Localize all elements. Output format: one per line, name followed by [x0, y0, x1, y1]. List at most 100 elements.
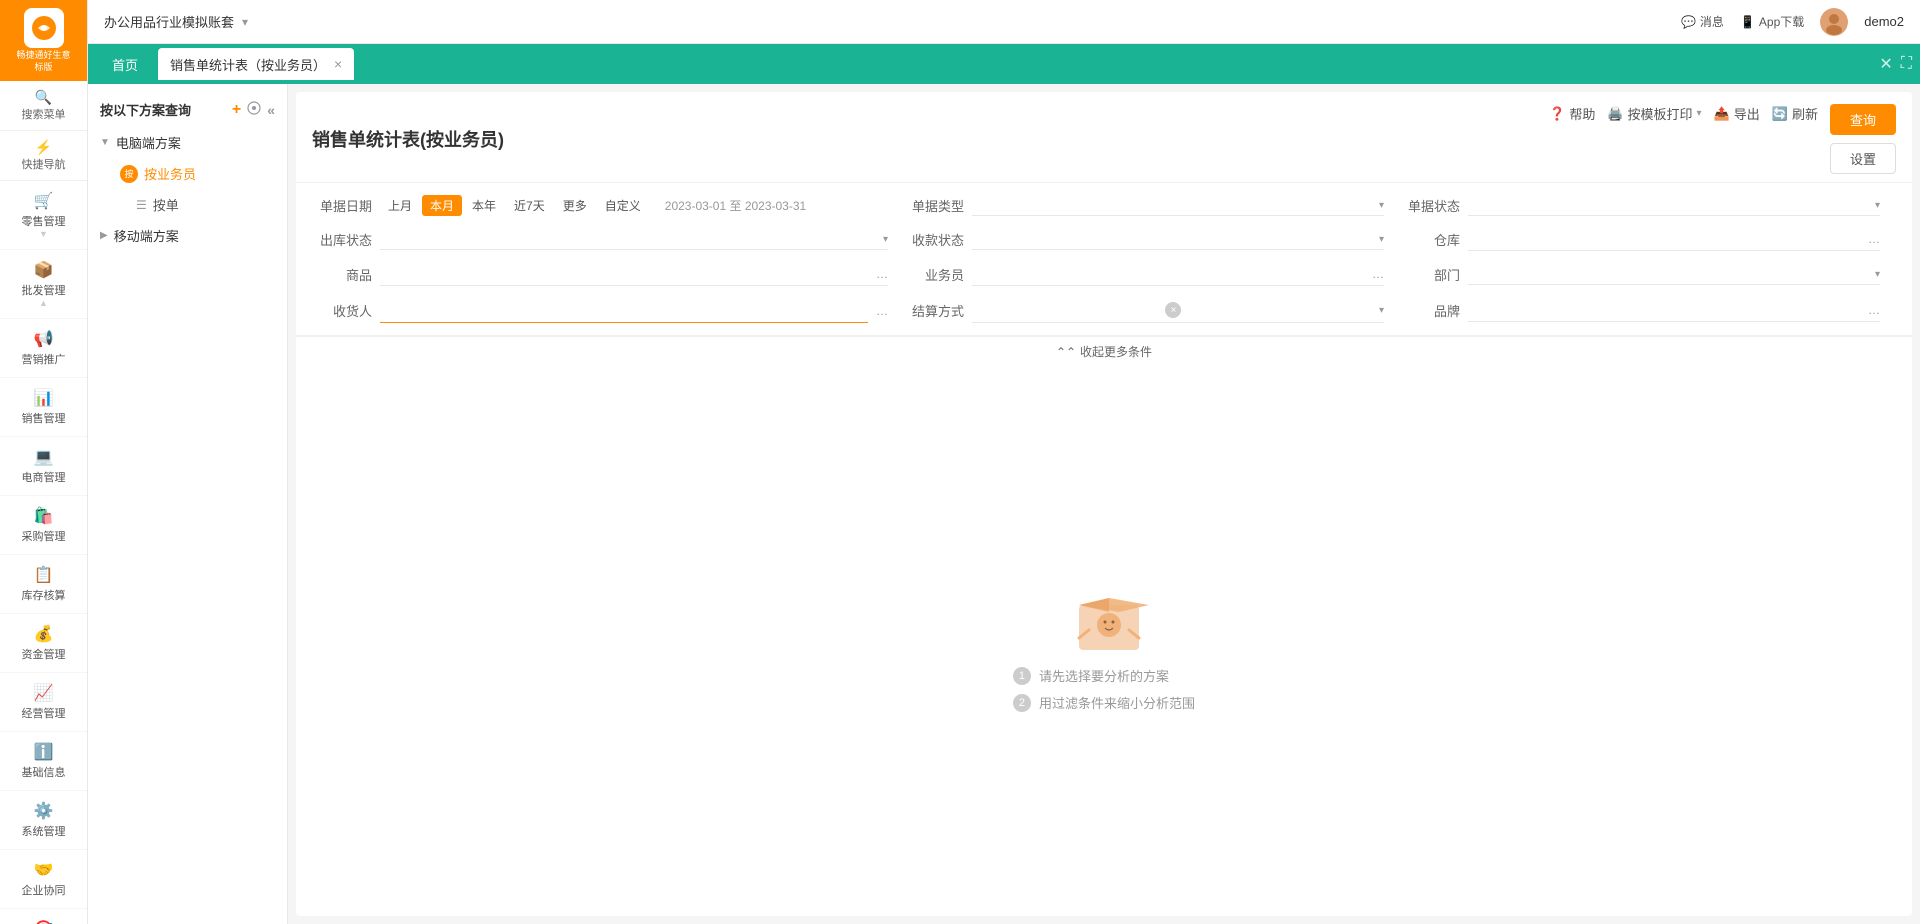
query-button[interactable]: 查询	[1830, 104, 1896, 135]
warehouse-field: 仓库 …	[1400, 228, 1896, 251]
left-panel-header: 按以下方案查询 + «	[88, 92, 287, 127]
salesperson-select[interactable]: …	[972, 263, 1384, 286]
date-tab-this-year[interactable]: 本年	[464, 195, 504, 216]
collapse-left-btn[interactable]: «	[267, 102, 275, 118]
doc-status-select[interactable]: ▾	[1468, 196, 1880, 216]
date-tab-7days[interactable]: 近7天	[506, 195, 553, 216]
close-window-btn[interactable]: ✕	[1879, 54, 1892, 74]
topbar-dropdown-icon[interactable]: ▾	[242, 15, 248, 29]
goods-ellipsis[interactable]: …	[876, 267, 888, 281]
collapse-conditions-btn[interactable]: ⌃⌃ 收起更多条件	[296, 336, 1912, 366]
goods-select[interactable]: …	[380, 263, 888, 286]
settings-button[interactable]: 设置	[1830, 143, 1896, 174]
sidebar-search[interactable]: 🔍 搜索菜单	[0, 81, 87, 131]
sidebar-item-finance[interactable]: 💰 资金管理	[0, 614, 87, 673]
settle-select[interactable]: × ▾	[972, 298, 1384, 323]
brand-ellipsis[interactable]: …	[1868, 303, 1880, 317]
pc-group-arrow: ▼	[100, 137, 110, 148]
date-range: 2023-03-01 至 2023-03-31	[665, 197, 806, 214]
sidebar-logo[interactable]: 畅捷通好生意 标版	[0, 0, 87, 81]
salesperson-field: 业务员 …	[904, 263, 1400, 286]
app-download-label: App下载	[1759, 13, 1804, 30]
print-icon: 🖨️	[1607, 106, 1623, 122]
messages-btn[interactable]: 💬 消息	[1681, 13, 1724, 30]
sidebar-item-newbie[interactable]: 🎯 新手引导	[0, 909, 87, 924]
sidebar-item-purchase[interactable]: 🛍️ 采购管理	[0, 496, 87, 555]
pc-group-label: 电脑端方案	[116, 133, 181, 152]
salesperson-label: 业务员	[904, 265, 964, 284]
sidebar-item-basic[interactable]: ℹ️ 基础信息	[0, 732, 87, 791]
doc-status-label: 单据状态	[1400, 196, 1460, 215]
sidebar-item-marketing[interactable]: 📢 营销推广	[0, 319, 87, 378]
topbar-right: 💬 消息 📱 App下载 demo2	[1681, 8, 1904, 36]
settle-label: 结算方式	[904, 301, 964, 320]
operations-label: 经营管理	[22, 705, 66, 721]
receiver-input[interactable]	[380, 299, 868, 323]
user-avatar[interactable]	[1820, 8, 1848, 36]
hint-num-2: 2	[1013, 694, 1031, 712]
sidebar-item-operations[interactable]: 📈 经营管理	[0, 673, 87, 732]
filter-form: 单据日期 上月 本月 本年 近7天 更多 自定义 2023-03-01 至 20…	[296, 183, 1912, 336]
messages-icon: 💬	[1681, 15, 1696, 29]
date-tab-last-month[interactable]: 上月	[380, 195, 420, 216]
wholesale-arrow: ▲	[39, 298, 48, 308]
doc-type-select[interactable]: ▾	[972, 196, 1384, 216]
refresh-btn[interactable]: 🔄 刷新	[1772, 104, 1818, 123]
operations-icon: 📈	[34, 683, 54, 703]
tab-close-btn[interactable]: ×	[334, 56, 342, 72]
sidebar-item-inventory[interactable]: 📋 库存核算	[0, 555, 87, 614]
settle-clear-btn[interactable]: ×	[1165, 302, 1181, 318]
print-btn[interactable]: 🖨️ 按模板打印 ▾	[1607, 104, 1701, 123]
sidebar-item-ecommerce[interactable]: 💻 电商管理	[0, 437, 87, 496]
out-status-label: 出库状态	[312, 230, 372, 249]
scheme-by-salesperson[interactable]: 按 按业务员	[88, 158, 287, 189]
refresh-icon: 🔄	[1772, 106, 1788, 122]
sidebar-item-enterprise[interactable]: 🤝 企业协同	[0, 850, 87, 909]
username-label[interactable]: demo2	[1864, 14, 1904, 29]
print-label: 按模板打印	[1628, 104, 1693, 123]
doc-status-arrow: ▾	[1875, 200, 1880, 211]
messages-label: 消息	[1700, 13, 1724, 30]
app-download-btn[interactable]: 📱 App下载	[1740, 13, 1804, 30]
dept-select[interactable]: ▾	[1468, 265, 1880, 285]
date-tab-custom[interactable]: 自定义	[597, 195, 649, 216]
mobile-group[interactable]: ▶ 移动端方案	[88, 220, 287, 251]
sidebar-item-wholesale[interactable]: 📦 批发管理 ▲	[0, 250, 87, 319]
warehouse-ellipsis[interactable]: …	[1868, 232, 1880, 246]
receipt-status-field: 收款状态 ▾	[904, 230, 1400, 250]
date-field: 单据日期 上月 本月 本年 近7天 更多 自定义 2023-03-01 至 20…	[312, 195, 904, 216]
sidebar-item-system[interactable]: ⚙️ 系统管理	[0, 791, 87, 850]
empty-hints: 1 请先选择要分析的方案 2 用过滤条件来缩小分析范围	[1013, 666, 1195, 712]
edit-scheme-btn[interactable]	[247, 101, 261, 118]
hint-num-1: 1	[1013, 667, 1031, 685]
window-buttons: ✕ ⛶	[1879, 54, 1912, 74]
sidebar-item-sales[interactable]: 📊 销售管理	[0, 378, 87, 437]
salesperson-ellipsis[interactable]: …	[1372, 267, 1384, 281]
left-panel-actions: + «	[232, 101, 275, 119]
help-btn[interactable]: ❓ 帮助	[1549, 104, 1595, 123]
dept-arrow: ▾	[1875, 269, 1880, 280]
date-tab-more[interactable]: 更多	[555, 195, 595, 216]
date-tab-this-month[interactable]: 本月	[422, 195, 462, 216]
receiver-ellipsis[interactable]: …	[876, 304, 888, 318]
add-scheme-btn[interactable]: +	[232, 101, 241, 119]
brand-select[interactable]: …	[1468, 299, 1880, 322]
main-area: 办公用品行业模拟账套 ▾ 💬 消息 📱 App下载 demo2	[88, 0, 1920, 924]
export-btn[interactable]: 📤 导出	[1714, 104, 1760, 123]
sidebar-quick[interactable]: ⚡ 快捷导航	[0, 131, 87, 181]
out-status-select[interactable]: ▾	[380, 230, 888, 250]
retail-label: 零售管理	[22, 213, 66, 229]
tab-home[interactable]: 首页	[96, 44, 154, 84]
receipt-status-select[interactable]: ▾	[972, 230, 1384, 250]
refresh-label: 刷新	[1792, 104, 1818, 123]
maximize-window-btn[interactable]: ⛶	[1901, 55, 1912, 73]
search-label: 搜索菜单	[4, 106, 83, 122]
finance-label: 资金管理	[22, 646, 66, 662]
warehouse-select[interactable]: …	[1468, 228, 1880, 251]
warehouse-label: 仓库	[1400, 230, 1460, 249]
scheme-group-pc: ▼ 电脑端方案 按 按业务员 ☰ 按单	[88, 127, 287, 220]
sidebar-item-retail[interactable]: 🛒 零售管理 ▼	[0, 181, 87, 250]
pc-group-header[interactable]: ▼ 电脑端方案	[88, 127, 287, 158]
tab-sales-report[interactable]: 销售单统计表（按业务员） ×	[158, 48, 354, 80]
scheme-by-order[interactable]: ☰ 按单	[88, 189, 287, 220]
